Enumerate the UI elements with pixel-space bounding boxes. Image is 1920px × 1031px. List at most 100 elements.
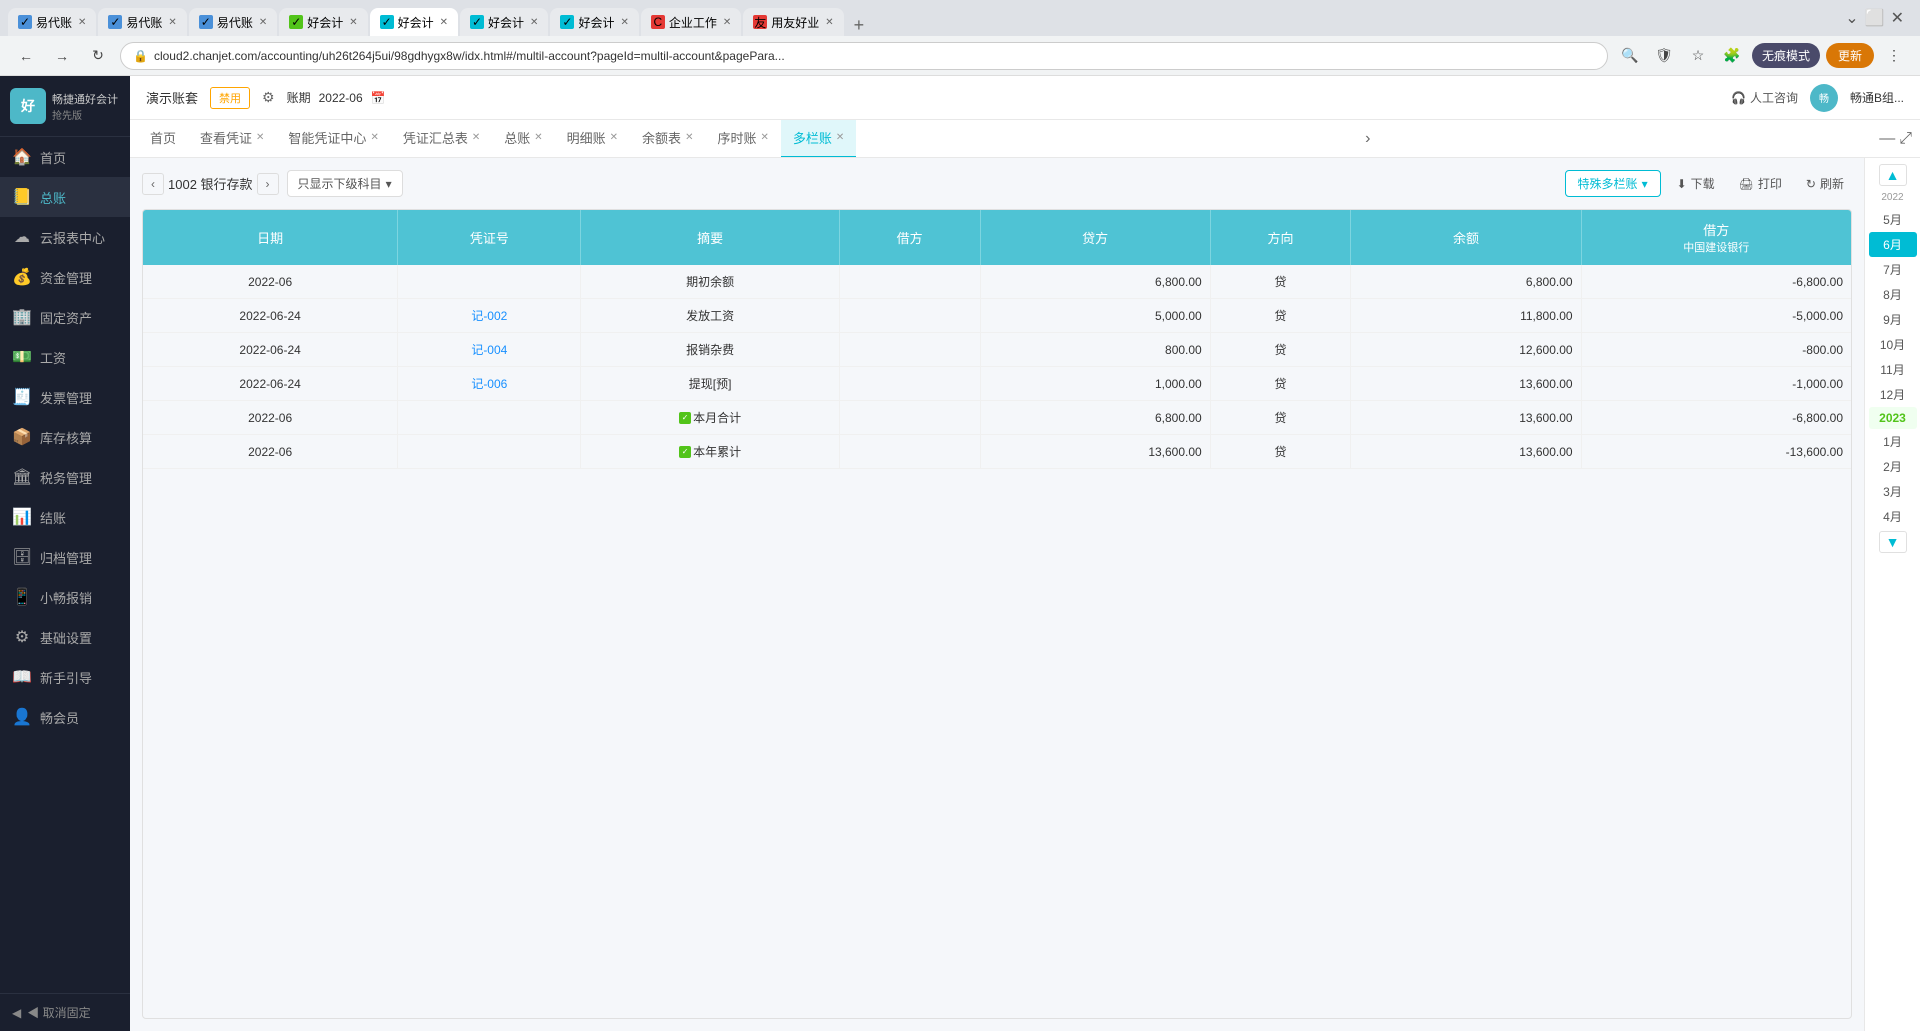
tab-close[interactable]: ✕ — [78, 17, 86, 28]
calendar-month-4[interactable]: 4月 — [1869, 504, 1917, 529]
next-account-button[interactable]: › — [257, 173, 279, 195]
reload-button[interactable]: ↻ — [84, 42, 112, 70]
collapse-tabs-button[interactable]: › — [1357, 130, 1378, 148]
tab-close-icon[interactable]: ✕ — [610, 132, 618, 143]
cell-voucher[interactable]: 记-002 — [398, 299, 581, 333]
tab-close-icon[interactable]: ✕ — [760, 132, 768, 143]
cell-voucher[interactable]: 记-006 — [398, 367, 581, 401]
calendar-month-7[interactable]: 7月 — [1869, 257, 1917, 282]
minimize-button[interactable]: ⌄ — [1845, 8, 1858, 28]
sidebar-item-guide[interactable]: 📖 新手引导 — [0, 657, 130, 697]
tab-close-icon[interactable]: ✕ — [256, 132, 264, 143]
user-avatar[interactable]: 畅 — [1810, 84, 1838, 112]
search-icon[interactable]: 🔍 — [1616, 42, 1644, 70]
tab-enterprise[interactable]: C 企业工作 ✕ — [641, 8, 741, 36]
tab-close-icon[interactable]: ✕ — [472, 132, 480, 143]
tab-haokuaiji-3[interactable]: ✓ 好会计 ✕ — [460, 8, 548, 36]
tab-close-icon[interactable]: ✕ — [534, 132, 542, 143]
cell-voucher[interactable]: 记-004 — [398, 333, 581, 367]
sidebar-item-salary[interactable]: 💵 工资 — [0, 337, 130, 377]
calendar-scroll-up[interactable]: ▲ — [1879, 164, 1907, 186]
prev-account-button[interactable]: ‹ — [142, 173, 164, 195]
sidebar-item-ledger[interactable]: 📒 总账 — [0, 177, 130, 217]
calendar-month-10[interactable]: 10月 — [1869, 332, 1917, 357]
tab-haokuaiji-1[interactable]: ✓ 好会计 ✕ — [279, 8, 367, 36]
tab-close[interactable]: ✕ — [620, 17, 628, 28]
tab-close[interactable]: ✕ — [168, 17, 176, 28]
calendar-month-5[interactable]: 5月 — [1869, 207, 1917, 232]
incognito-button[interactable]: 无痕模式 — [1752, 43, 1820, 68]
tab-close-icon[interactable]: ✕ — [836, 132, 844, 143]
expand-panel-icon[interactable]: ⤢ — [1899, 130, 1912, 148]
period-selector[interactable]: 账期 2022-06 📅 — [287, 89, 386, 106]
download-button[interactable]: ⬇ 下载 — [1669, 171, 1723, 196]
calendar-month-8[interactable]: 8月 — [1869, 282, 1917, 307]
bookmark-icon[interactable]: ☆ — [1684, 42, 1712, 70]
extensions-icon[interactable]: 🧩 — [1718, 42, 1746, 70]
maximize-button[interactable]: ⬜ — [1865, 8, 1885, 28]
tab-close[interactable]: ✕ — [259, 17, 267, 28]
minimize-panel-icon[interactable]: — — [1879, 130, 1895, 148]
sidebar-item-fund[interactable]: 💰 资金管理 — [0, 257, 130, 297]
filter-button[interactable]: 只显示下级科目 ▾ — [287, 170, 403, 197]
tab-haokuaiji-2[interactable]: ✓ 好会计 ✕ — [370, 8, 458, 36]
tab-close[interactable]: ✕ — [530, 17, 538, 28]
sidebar-item-member[interactable]: 👤 畅会员 — [0, 697, 130, 737]
tab-haokuaiji-4[interactable]: ✓ 好会计 ✕ — [550, 8, 638, 36]
sidebar-item-home[interactable]: 🏠 首页 — [0, 137, 130, 177]
sidebar-unpin-button[interactable]: ◀ ◀ 取消固定 — [0, 993, 130, 1031]
sidebar-item-settings[interactable]: ⚙ 基础设置 — [0, 617, 130, 657]
calendar-month-11[interactable]: 11月 — [1869, 357, 1917, 382]
calendar-month-9[interactable]: 9月 — [1869, 307, 1917, 332]
new-tab-button[interactable]: + — [854, 15, 865, 36]
sidebar-item-cloud-reports[interactable]: ☁ 云报表中心 — [0, 217, 130, 257]
multi-col-button[interactable]: 特殊多栏账 ▾ — [1565, 170, 1661, 197]
forward-button[interactable]: → — [48, 42, 76, 70]
tab-close-icon[interactable]: ✕ — [685, 132, 693, 143]
tab-yidaizhang-3[interactable]: ✓ 易代账 ✕ — [189, 8, 277, 36]
tab-close[interactable]: ✕ — [825, 17, 833, 28]
tab-yidaizhang-2[interactable]: ✓ 易代账 ✕ — [98, 8, 186, 36]
calendar-month-1[interactable]: 1月 — [1869, 429, 1917, 454]
tab-close-icon[interactable]: ✕ — [370, 132, 378, 143]
tab-sequence-ledger[interactable]: 序时账 ✕ — [705, 120, 780, 158]
period-label: 账期 — [287, 89, 311, 106]
consult-button[interactable]: 🎧 人工咨询 — [1731, 89, 1798, 106]
print-button[interactable]: 🖨 打印 — [1731, 171, 1790, 196]
settings-icon[interactable]: ⚙ — [262, 89, 275, 106]
tab-home[interactable]: 首页 — [138, 120, 188, 158]
tab-multi-column[interactable]: 多栏账 ✕ — [781, 120, 856, 158]
sidebar-item-assets[interactable]: 🏢 固定资产 — [0, 297, 130, 337]
sidebar-item-close[interactable]: 📊 结账 — [0, 497, 130, 537]
tab-general-ledger[interactable]: 总账 ✕ — [492, 120, 554, 158]
calendar-month-2[interactable]: 2月 — [1869, 454, 1917, 479]
calendar-month-3[interactable]: 3月 — [1869, 479, 1917, 504]
tab-view-voucher[interactable]: 查看凭证 ✕ — [188, 120, 276, 158]
url-bar[interactable]: 🔒 cloud2.chanjet.com/accounting/uh26t264… — [120, 42, 1608, 70]
back-button[interactable]: ← — [12, 42, 40, 70]
tab-balance-sheet[interactable]: 余额表 ✕ — [630, 120, 705, 158]
tab-close[interactable]: ✕ — [723, 17, 731, 28]
sidebar-item-invoice[interactable]: 🧾 发票管理 — [0, 377, 130, 417]
sidebar-item-tax[interactable]: 🏛 税务管理 — [0, 457, 130, 497]
tab-close[interactable]: ✕ — [440, 17, 448, 28]
update-button[interactable]: 更新 — [1826, 43, 1874, 68]
shield-icon[interactable]: 🛡 — [1650, 42, 1678, 70]
tab-detail-ledger[interactable]: 明细账 ✕ — [555, 120, 630, 158]
tab-smart-voucher[interactable]: 智能凭证中心 ✕ — [276, 120, 390, 158]
tab-yonyou[interactable]: 友 用友好业 ✕ — [743, 8, 843, 36]
sidebar-item-archive[interactable]: 🗄 归档管理 — [0, 537, 130, 577]
calendar-month-12[interactable]: 12月 — [1869, 382, 1917, 407]
refresh-button[interactable]: ↻ 刷新 — [1798, 171, 1852, 196]
tab-yidaizhang-1[interactable]: ✓ 易代账 ✕ — [8, 8, 96, 36]
calendar-scroll-down[interactable]: ▼ — [1879, 531, 1907, 553]
close-button[interactable]: ✕ — [1891, 8, 1904, 28]
calendar-month-6[interactable]: 6月 — [1869, 232, 1917, 257]
table-row: 2022-06-24记-004报销杂费800.00贷12,600.00-800.… — [143, 333, 1851, 367]
tab-close[interactable]: ✕ — [349, 17, 357, 28]
sidebar-item-expense[interactable]: 📱 小畅报销 — [0, 577, 130, 617]
demo-tag[interactable]: 禁用 — [210, 87, 250, 109]
tab-voucher-summary[interactable]: 凭证汇总表 ✕ — [391, 120, 492, 158]
menu-icon[interactable]: ⋮ — [1880, 42, 1908, 70]
sidebar-item-inventory[interactable]: 📦 库存核算 — [0, 417, 130, 457]
